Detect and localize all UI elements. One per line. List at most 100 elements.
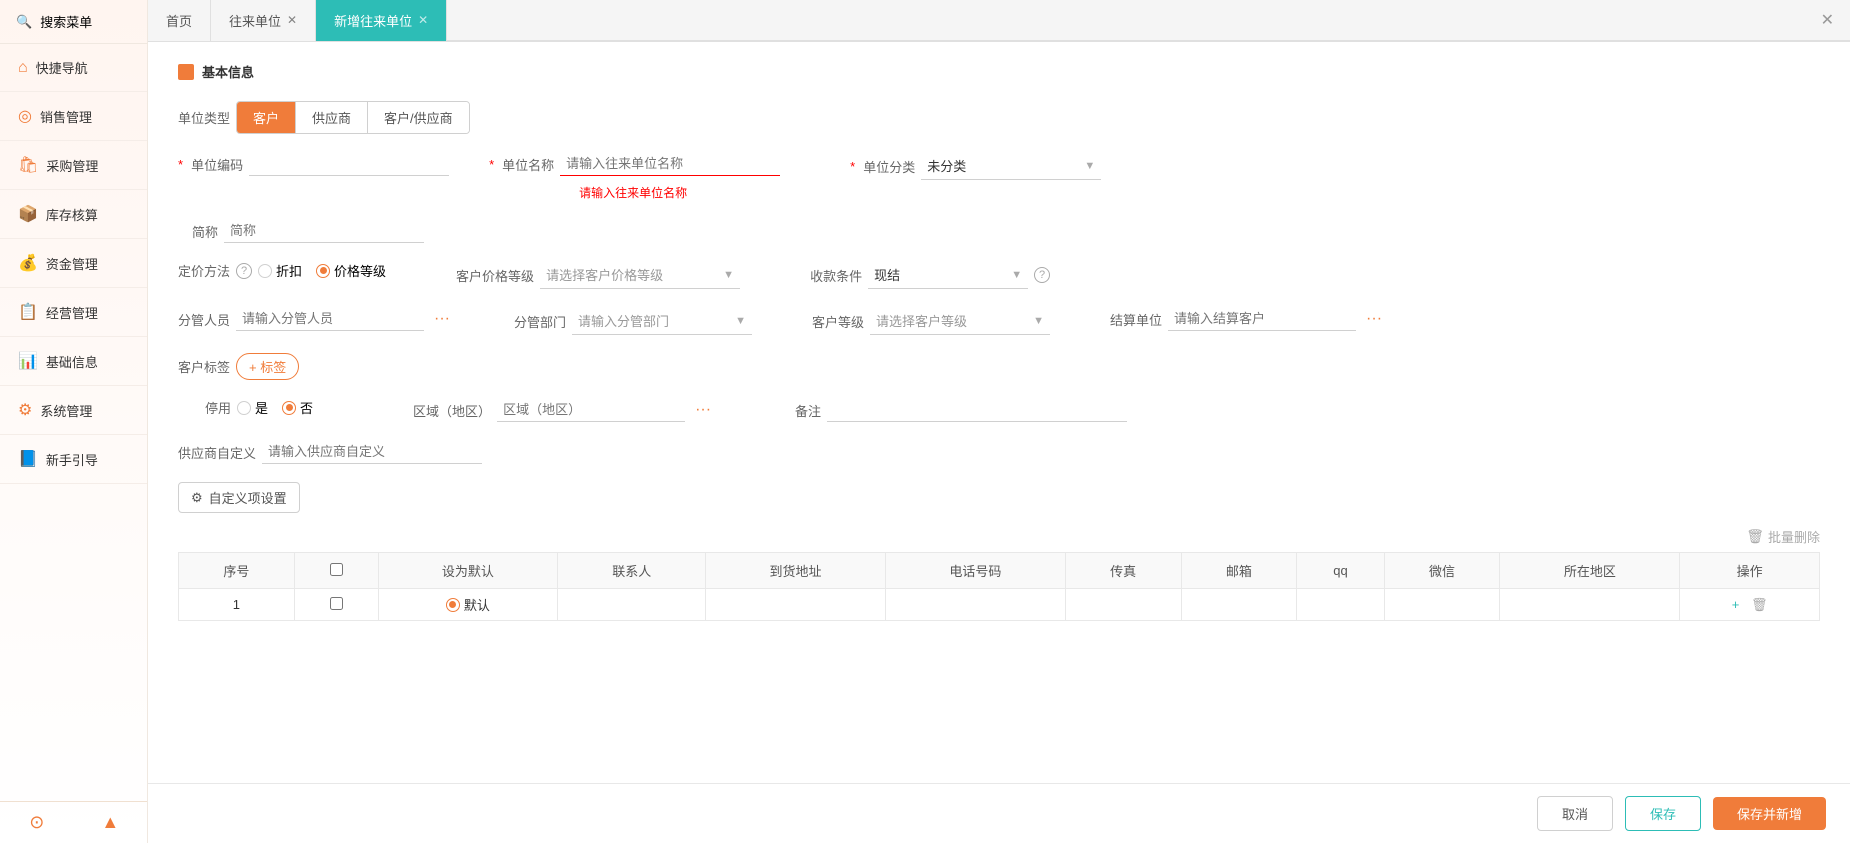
supplier-custom-row: 供应商自定义 xyxy=(178,440,1820,464)
default-radio[interactable]: 默认 xyxy=(389,595,548,614)
unit-category-select[interactable]: 未分类 ▼ xyxy=(921,152,1101,180)
radio-no-inner xyxy=(286,404,293,411)
payment-terms-help-icon[interactable]: ? xyxy=(1034,267,1050,283)
col-region: 所在地区 xyxy=(1500,553,1680,589)
cell-checkbox[interactable] xyxy=(294,589,378,621)
customer-price-level-label: 客户价格等级 xyxy=(456,266,534,285)
new-guide-icon: 📘 xyxy=(18,449,38,469)
col-fax: 传真 xyxy=(1065,553,1181,589)
disable-region-row: 停用 是 否 区域（地区） xyxy=(178,398,1820,422)
abbr-row: 简称 xyxy=(178,219,1820,243)
dept-chevron-icon: ▼ xyxy=(735,315,746,327)
sidebar-item-quick-nav[interactable]: ⌂ 快捷导航 xyxy=(0,44,147,92)
tab-add-partner[interactable]: 新增往来单位 ✕ xyxy=(316,0,447,41)
sidebar-bottom: ⊙ ▲ xyxy=(0,801,147,843)
region-input[interactable] xyxy=(497,398,685,422)
capital-icon: 💰 xyxy=(18,253,38,273)
code-name-category-row: * 单位编码 000009 * 单位名称 请输入往来单位名称 * 单位分类 xyxy=(178,152,1820,201)
pricing-row: 定价方法 ? 折扣 价格等级 客户价格等级 xyxy=(178,261,1820,289)
customer-price-level-select[interactable]: 请选择客户价格等级 ▼ xyxy=(540,261,740,289)
add-row-icon[interactable]: + xyxy=(1732,597,1740,612)
pricing-method-help-icon[interactable]: ? xyxy=(236,263,252,279)
radio-no-circle xyxy=(282,401,296,415)
contact-table: 序号 设为默认 联系人 到货地址 电话号码 传真 邮箱 qq 微信 所在地区 操… xyxy=(178,552,1820,621)
col-wechat: 微信 xyxy=(1384,553,1500,589)
radio-discount-circle xyxy=(258,264,272,278)
tab-home-label: 首页 xyxy=(166,11,192,30)
radio-price-level[interactable]: 价格等级 xyxy=(316,261,386,280)
cancel-button[interactable]: 取消 xyxy=(1537,796,1613,831)
remark-input[interactable] xyxy=(827,398,1127,422)
sidebar-extra-btn[interactable]: ▲ xyxy=(74,802,148,843)
payment-terms-group: 收款条件 现结 ▼ ? xyxy=(810,261,1050,289)
manager-input[interactable] xyxy=(236,307,424,331)
abbr-input[interactable] xyxy=(224,219,424,243)
sidebar-item-basic-info[interactable]: 📊 基础信息 xyxy=(0,337,147,386)
quick-nav-icon: ⌂ xyxy=(18,59,28,77)
custom-settings-button[interactable]: ⚙ 自定义项设置 xyxy=(178,482,300,513)
region-more-icon[interactable]: ··· xyxy=(691,401,715,419)
row-checkbox[interactable] xyxy=(330,597,343,610)
settlement-unit-input[interactable] xyxy=(1168,307,1356,331)
tab-partner-list-close[interactable]: ✕ xyxy=(287,13,297,27)
form-content: 基本信息 单位类型 客户 供应商 客户/供应商 * 单位编码 000009 xyxy=(148,42,1850,783)
batch-delete-label[interactable]: 批量删除 xyxy=(1768,527,1820,546)
radio-yes-label: 是 xyxy=(255,398,268,417)
btn-customer[interactable]: 客户 xyxy=(237,102,296,133)
radio-discount[interactable]: 折扣 xyxy=(258,261,302,280)
unit-code-group: * 单位编码 000009 xyxy=(178,152,449,176)
manager-more-icon[interactable]: ··· xyxy=(430,310,454,328)
supplier-custom-label: 供应商自定义 xyxy=(178,443,256,462)
select-all-checkbox[interactable] xyxy=(330,563,343,576)
section-icon xyxy=(178,64,194,80)
col-checkbox xyxy=(294,553,378,589)
disable-label: 停用 xyxy=(205,398,231,417)
customer-level-select[interactable]: 请选择客户等级 ▼ xyxy=(870,307,1050,335)
radio-no[interactable]: 否 xyxy=(282,398,313,417)
sidebar-item-label: 库存核算 xyxy=(46,205,98,224)
abbr-label: 简称 xyxy=(192,222,218,241)
dept-select[interactable]: 请输入分管部门 ▼ xyxy=(572,307,752,335)
del-row-icon[interactable]: 🗑 xyxy=(1751,597,1768,612)
sidebar-item-operations[interactable]: 📋 经营管理 xyxy=(0,288,147,337)
remark-group: 备注 xyxy=(795,398,1127,422)
cell-fax xyxy=(1065,589,1181,621)
sidebar: 🔍 搜索菜单 ⌂ 快捷导航 ◎ 销售管理 🛍 采购管理 📦 库存核算 💰 资金管… xyxy=(0,0,148,843)
radio-yes[interactable]: 是 xyxy=(237,398,268,417)
sidebar-item-inventory[interactable]: 📦 库存核算 xyxy=(0,190,147,239)
unit-code-label: 单位编码 xyxy=(191,155,243,174)
sidebar-item-search[interactable]: 🔍 搜索菜单 xyxy=(0,0,147,44)
cell-seq: 1 xyxy=(179,589,295,621)
unit-name-error: 请输入往来单位名称 xyxy=(579,184,687,201)
tab-add-partner-close[interactable]: ✕ xyxy=(418,13,428,27)
btn-both[interactable]: 客户/供应商 xyxy=(368,102,469,133)
purchase-icon: 🛍 xyxy=(18,155,38,175)
save-button[interactable]: 保存 xyxy=(1625,796,1701,831)
sales-icon: ◎ xyxy=(18,106,32,126)
add-tag-button[interactable]: + 标签 xyxy=(236,353,299,380)
custom-settings-label: 自定义项设置 xyxy=(209,488,287,507)
tab-bar: 首页 往来单位 ✕ 新增往来单位 ✕ ✕ xyxy=(148,0,1850,42)
sidebar-item-purchase[interactable]: 🛍 采购管理 xyxy=(0,141,147,190)
sidebar-item-label: 资金管理 xyxy=(46,254,98,273)
save-new-button[interactable]: 保存并新增 xyxy=(1713,797,1826,830)
unit-code-input[interactable]: 000009 xyxy=(249,152,449,176)
sidebar-item-new-guide[interactable]: 📘 新手引导 xyxy=(0,435,147,484)
sidebar-home-btn[interactable]: ⊙ xyxy=(0,802,74,843)
tab-partner-list[interactable]: 往来单位 ✕ xyxy=(211,0,316,41)
tab-home[interactable]: 首页 xyxy=(148,0,211,41)
pricing-radio-group: 折扣 价格等级 xyxy=(258,261,386,280)
sidebar-item-capital[interactable]: 💰 资金管理 xyxy=(0,239,147,288)
radio-no-label: 否 xyxy=(300,398,313,417)
price-level-chevron-icon: ▼ xyxy=(723,269,734,281)
settlement-unit-more-icon[interactable]: ··· xyxy=(1362,310,1386,328)
sidebar-item-sales[interactable]: ◎ 销售管理 xyxy=(0,92,147,141)
unit-name-input[interactable] xyxy=(560,152,780,176)
window-close-icon[interactable]: ✕ xyxy=(1821,10,1834,30)
btn-supplier[interactable]: 供应商 xyxy=(296,102,368,133)
radio-price-level-label: 价格等级 xyxy=(334,261,386,280)
sidebar-item-sys-mgmt[interactable]: ⚙ 系统管理 xyxy=(0,386,147,435)
supplier-custom-input[interactable] xyxy=(262,440,482,464)
payment-terms-select[interactable]: 现结 ▼ xyxy=(868,261,1028,289)
radio-price-level-circle xyxy=(316,264,330,278)
